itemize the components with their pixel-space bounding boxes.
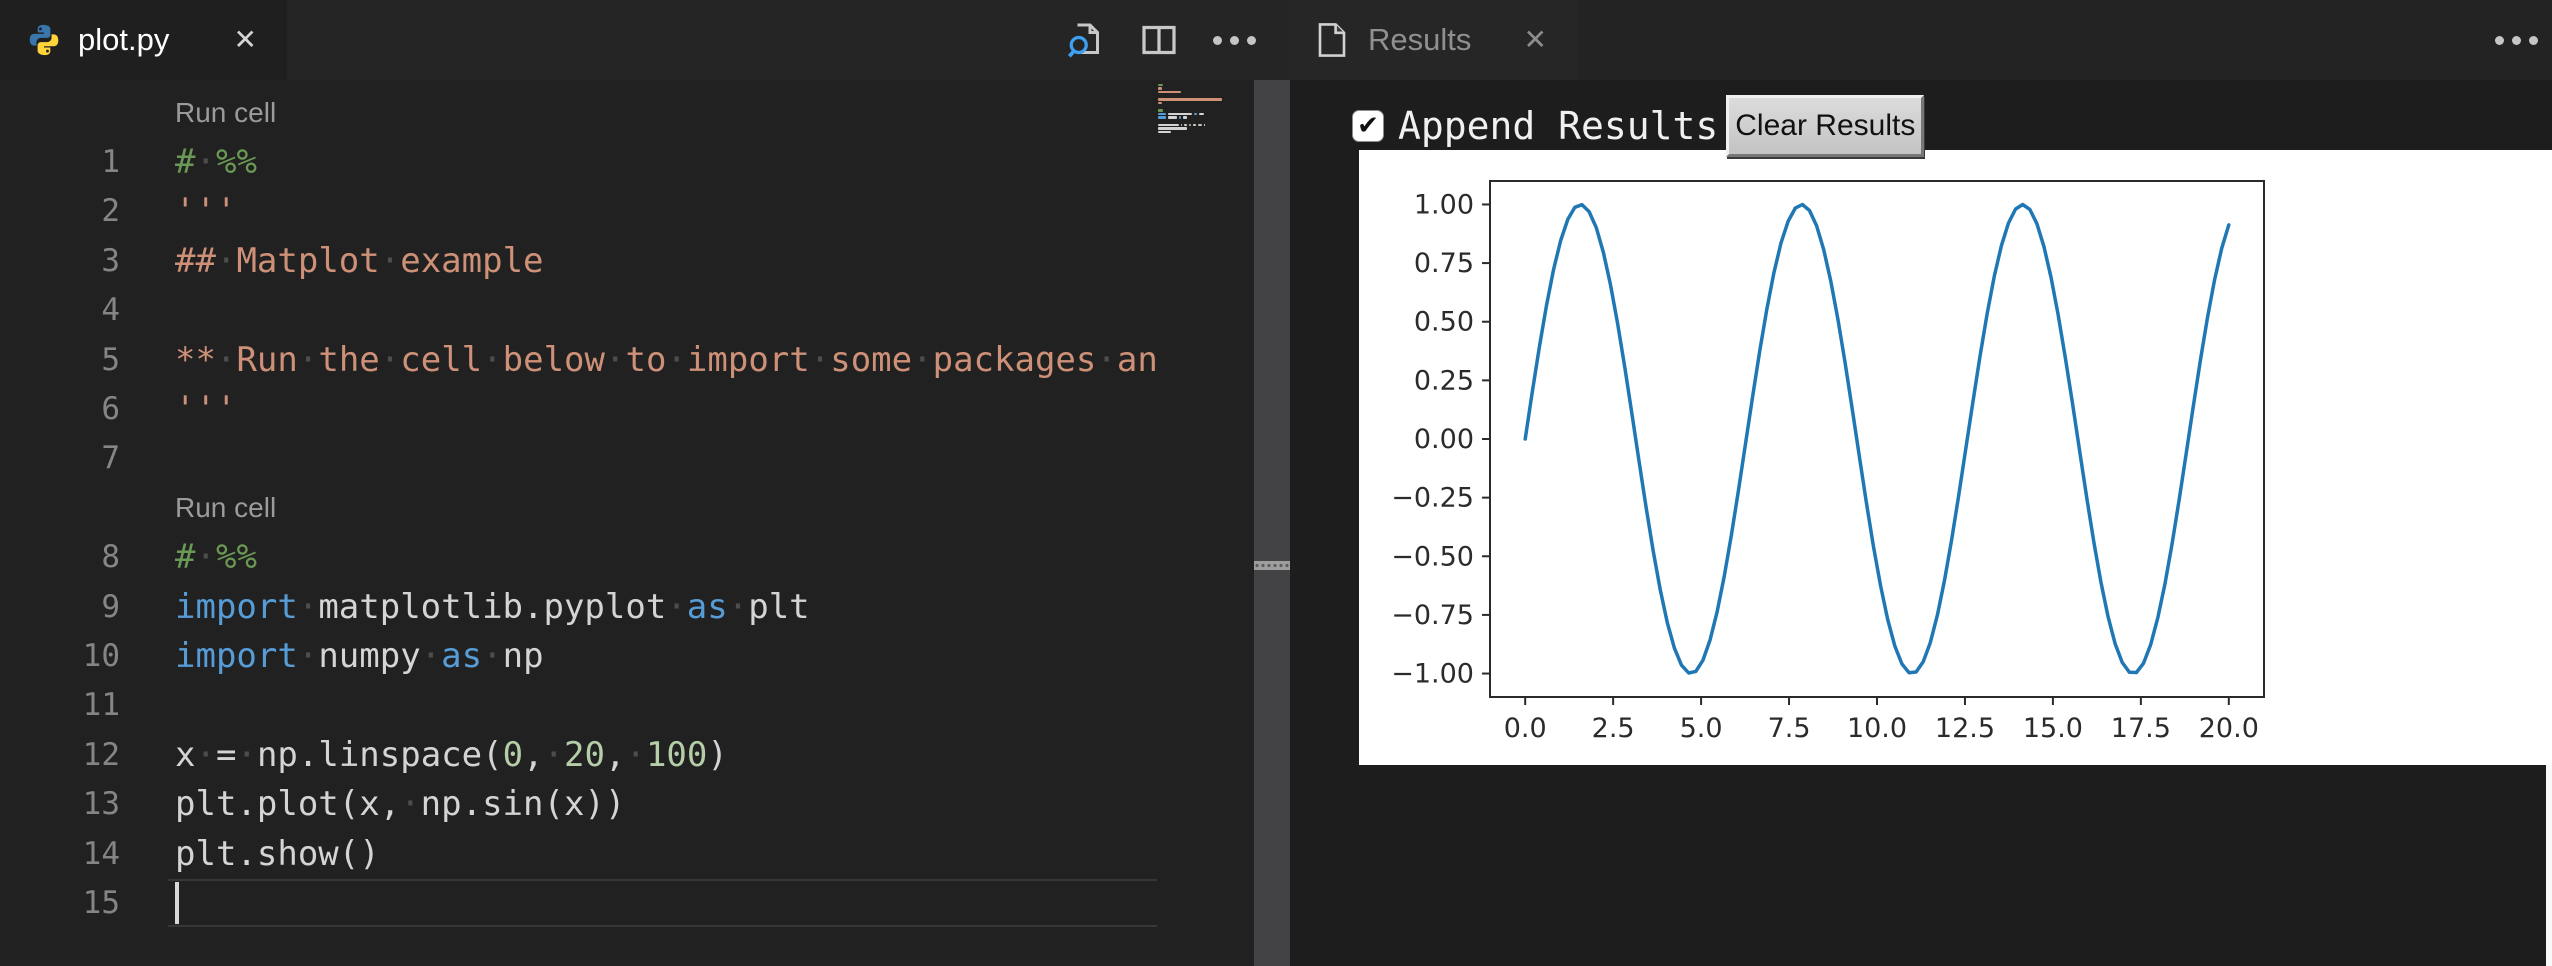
minimap-line [1158, 134, 1254, 138]
results-group: Results ✕ ✔ Append Results Clear Results… [1290, 0, 2552, 966]
editor-actions [1065, 0, 1256, 80]
svg-text:2.5: 2.5 [1592, 713, 1635, 744]
svg-text:7.5: 7.5 [1768, 713, 1811, 744]
results-webview: ✔ Append Results Clear Results 0.0 2.5 5.0… [1290, 80, 2552, 966]
line-number: 11 [0, 687, 120, 723]
line-number: 4 [0, 292, 120, 328]
code-text: #·%% [120, 142, 257, 182]
svg-text:0.0: 0.0 [1504, 713, 1547, 744]
line-number: 12 [0, 737, 120, 773]
minimap[interactable] [1158, 83, 1254, 283]
results-controls: ✔ Append Results Clear Results [1352, 94, 1924, 158]
svg-text:1.00: 1.00 [1414, 189, 1474, 220]
open-preview-icon[interactable] [1065, 20, 1105, 60]
matplotlib-figure: 0.0 2.5 5.0 7.5 10.0 12.5 15.0 17.5 20.0 −1.00 −0.… [1359, 150, 2552, 765]
svg-text:17.5: 17.5 [2111, 713, 2171, 744]
append-results-label: Append Results [1398, 104, 1718, 148]
code-line[interactable]: 6''' [0, 384, 1157, 433]
code-line[interactable]: 7 [0, 434, 1157, 483]
line-number: 1 [0, 144, 120, 180]
code-line[interactable]: 10import·numpy·as·np [0, 631, 1157, 680]
scrollbar-thumb[interactable] [1254, 561, 1290, 570]
tab-plot-py[interactable]: plot.py ✕ [0, 0, 287, 80]
code-text: ''' [120, 191, 236, 231]
codelens-row: Run cell [0, 483, 1157, 532]
check-icon: ✔ [1357, 111, 1379, 141]
editor-scrollbar[interactable] [1254, 80, 1290, 966]
code-text: ''' [120, 389, 236, 429]
svg-text:15.0: 15.0 [2023, 713, 2083, 744]
svg-text:10.0: 10.0 [1847, 713, 1907, 744]
python-file-icon [26, 22, 62, 58]
tab-title: plot.py [78, 22, 169, 58]
line-number: 14 [0, 836, 120, 872]
code-text: import·numpy·as·np [120, 636, 544, 676]
line-number: 6 [0, 391, 120, 427]
svg-text:−1.00: −1.00 [1391, 659, 1474, 690]
more-actions-icon[interactable] [1213, 36, 1256, 45]
editor-tab-bar: plot.py ✕ [0, 0, 1290, 80]
close-icon[interactable]: ✕ [230, 24, 261, 56]
svg-text:0.50: 0.50 [1414, 307, 1474, 338]
more-actions-icon[interactable] [2495, 36, 2538, 45]
code-text: ##·Matplot·example [120, 241, 544, 281]
close-icon[interactable]: ✕ [1520, 24, 1551, 56]
sine-plot: 0.0 2.5 5.0 7.5 10.0 12.5 15.0 17.5 20.0 −1.00 −0.… [1359, 150, 2552, 765]
line-number: 3 [0, 243, 120, 279]
code-text [120, 882, 179, 925]
code-line[interactable]: 8#·%% [0, 533, 1157, 582]
document-icon [1316, 22, 1348, 58]
append-results-checkbox[interactable]: ✔ [1352, 110, 1384, 142]
svg-text:5.0: 5.0 [1680, 713, 1723, 744]
code-line[interactable]: 3##·Matplot·example [0, 236, 1157, 285]
run-cell-codelens[interactable]: Run cell [120, 97, 276, 129]
code-line[interactable]: 12x·=·np.linspace(0,·20,·100) [0, 730, 1157, 779]
code-line[interactable]: 14plt.show() [0, 829, 1157, 878]
code-editor: Run cell1#·%%2'''3##·Matplot·example45**… [0, 80, 1290, 966]
code-line[interactable]: 5**·Run·the·cell·below·to·import·some·pa… [0, 335, 1157, 384]
webview-scrollbar[interactable] [2546, 765, 2552, 966]
line-number: 10 [0, 638, 120, 674]
code-text: x·=·np.linspace(0,·20,·100) [120, 735, 728, 775]
text-cursor [175, 882, 179, 924]
svg-text:−0.50: −0.50 [1391, 541, 1474, 572]
code-line[interactable]: 4 [0, 286, 1157, 335]
line-number: 8 [0, 539, 120, 575]
svg-text:0.00: 0.00 [1414, 424, 1474, 455]
code-text: **·Run·the·cell·below·to·import·some·pac… [120, 340, 1157, 380]
split-editor-icon[interactable] [1139, 20, 1179, 60]
svg-text:20.0: 20.0 [2199, 713, 2259, 744]
code-text: #·%% [120, 537, 257, 577]
line-number: 5 [0, 342, 120, 378]
line-number: 13 [0, 786, 120, 822]
code-line[interactable]: 9import·matplotlib.pyplot·as·plt [0, 582, 1157, 631]
code-area: Run cell1#·%%2'''3##·Matplot·example45**… [0, 88, 1157, 966]
run-cell-codelens[interactable]: Run cell [120, 492, 276, 524]
code-text: plt.show() [120, 834, 380, 874]
svg-text:−0.25: −0.25 [1391, 483, 1474, 514]
svg-text:0.75: 0.75 [1414, 248, 1474, 279]
tab-title: Results [1368, 22, 1471, 58]
svg-text:−0.75: −0.75 [1391, 600, 1474, 631]
line-number: 9 [0, 589, 120, 625]
line-number: 2 [0, 193, 120, 229]
code-line[interactable]: 1#·%% [0, 137, 1157, 186]
svg-text:12.5: 12.5 [1935, 713, 1995, 744]
code-line[interactable]: 13plt.plot(x,·np.sin(x)) [0, 779, 1157, 828]
results-tab-bar: Results ✕ [1290, 0, 2552, 80]
tab-results[interactable]: Results ✕ [1290, 0, 1577, 80]
code-text: import·matplotlib.pyplot·as·plt [120, 587, 810, 627]
line-number: 7 [0, 440, 120, 476]
code-line[interactable]: 11 [0, 681, 1157, 730]
svg-text:0.25: 0.25 [1414, 365, 1474, 396]
clear-results-button[interactable]: Clear Results [1726, 95, 1924, 157]
editor-group: plot.py ✕ [0, 0, 1290, 966]
code-text: plt.plot(x,·np.sin(x)) [120, 784, 625, 824]
line-number: 15 [0, 885, 120, 921]
code-line[interactable]: 15 [0, 878, 1157, 927]
codelens-row: Run cell [0, 88, 1157, 137]
code-line[interactable]: 2''' [0, 187, 1157, 236]
vscode-window: plot.py ✕ [0, 0, 2552, 966]
